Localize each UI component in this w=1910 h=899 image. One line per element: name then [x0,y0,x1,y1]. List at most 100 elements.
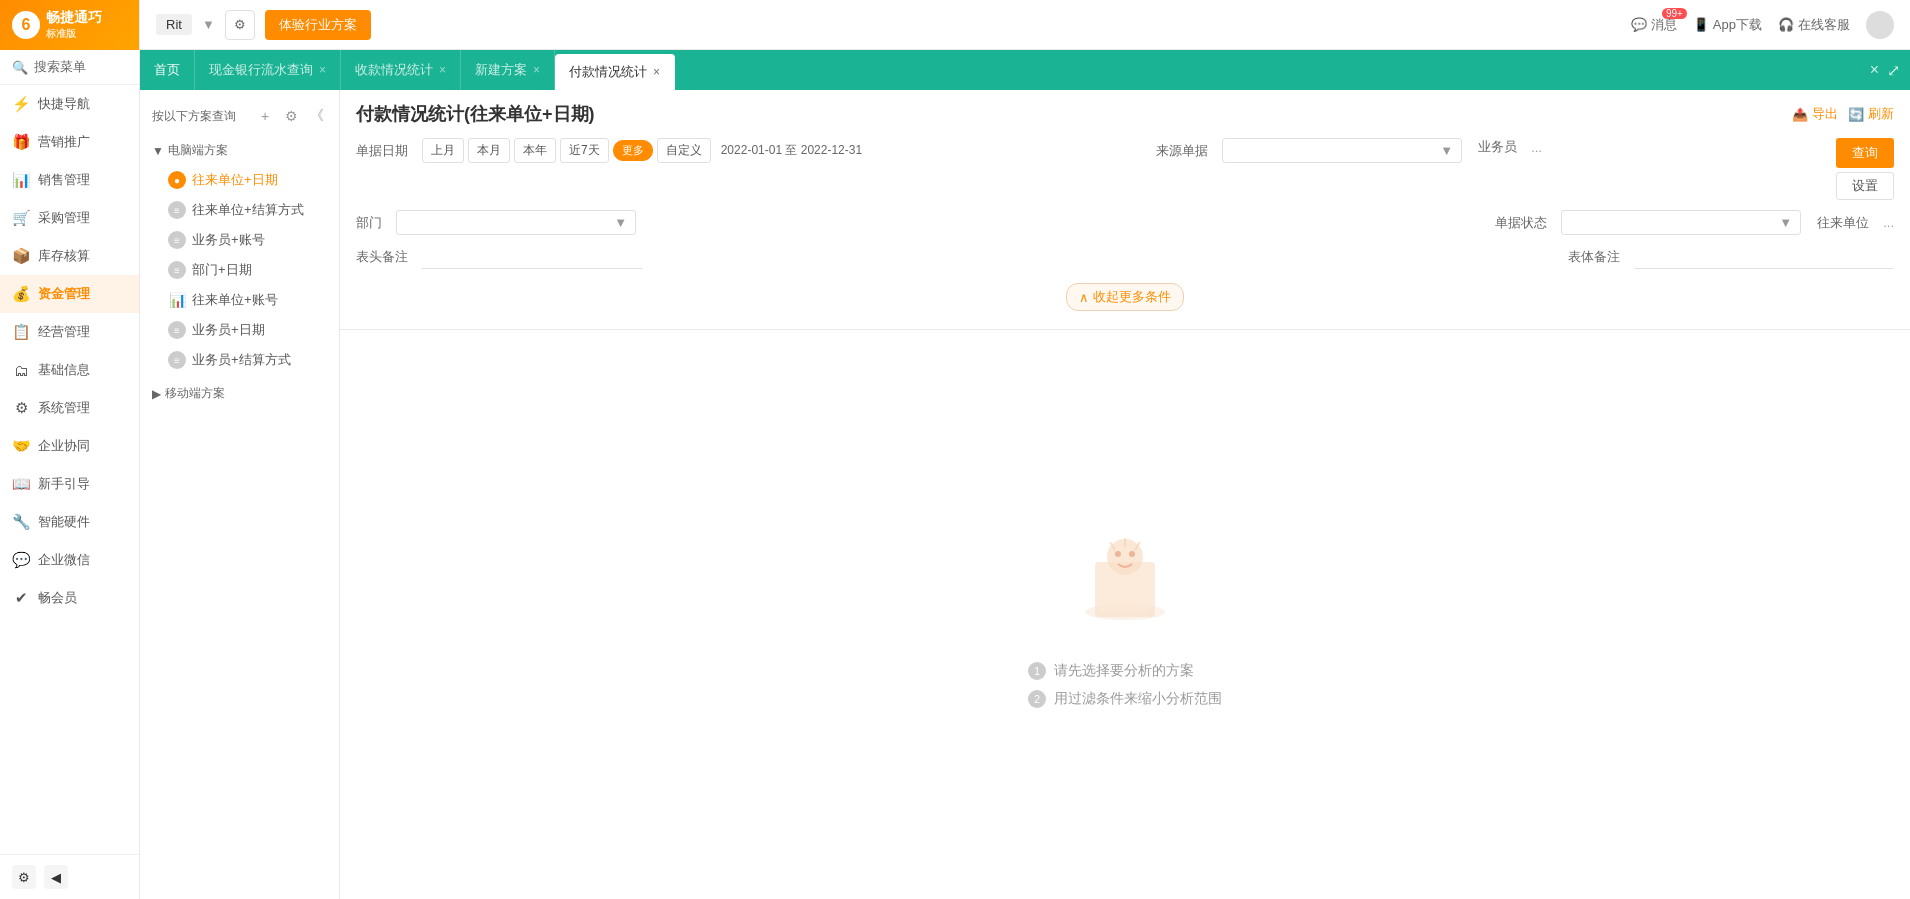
sidebar-item-purchase[interactable]: 🛒 采购管理 [0,199,139,237]
empty-illustration [1065,522,1185,642]
sidebar-item-finance[interactable]: 💰 资金管理 [0,275,139,313]
quick-nav-icon: ⚡ [12,95,30,113]
tab-receive-stats-close[interactable]: × [439,63,446,77]
schema-item-counterpart-settle[interactable]: ≡ 往来单位+结算方式 [140,195,339,225]
source-doc-label: 来源单据 [1156,142,1216,160]
basics-icon: 🗂 [12,361,30,379]
sidebar-item-inventory[interactable]: 📦 库存核算 [0,237,139,275]
schema-icon: ≡ [168,201,186,219]
topbar-settings-button[interactable]: ⚙ [225,10,255,40]
sidebar-item-wechat[interactable]: 💬 企业微信 [0,541,139,579]
table-header-note-input[interactable] [422,245,642,269]
empty-hint-2: 2 用过滤条件来缩小分析范围 [1028,690,1222,708]
sidebar-item-system[interactable]: ⚙ 系统管理 [0,389,139,427]
customer-service-item[interactable]: 🎧 在线客服 [1778,16,1850,34]
sidebar-item-basics[interactable]: 🗂 基础信息 [0,351,139,389]
date-last-7days[interactable]: 近7天 [560,138,609,163]
user-avatar[interactable] [1866,11,1894,39]
doc-status-select[interactable]: ▼ [1561,210,1801,235]
collapse-button[interactable]: ∧ 收起更多条件 [1066,283,1184,311]
page-title-actions: 📤 导出 🔄 刷新 [1792,105,1894,123]
date-last-month[interactable]: 上月 [422,138,464,163]
tab-bank-flow-close[interactable]: × [319,63,326,77]
date-custom[interactable]: 自定义 [657,138,711,163]
sidebar-item-sales[interactable]: 📊 销售管理 [0,161,139,199]
sidebar-item-marketing[interactable]: 🎁 营销推广 [0,123,139,161]
refresh-button[interactable]: 🔄 刷新 [1848,105,1894,123]
operations-icon: 📋 [12,323,30,341]
marketing-icon: 🎁 [12,133,30,151]
page-title: 付款情况统计(往来单位+日期) [356,102,595,126]
search-icon: 🔍 [12,60,28,75]
window-close-icon[interactable]: × [1870,61,1879,79]
window-maximize-icon[interactable]: ⤢ [1887,61,1900,80]
tabbar: 首页 现金银行流水查询 × 收款情况统计 × 新建方案 × 付款情况统计 × ×… [140,50,1910,90]
tabbar-actions: × ⤢ [1860,50,1910,90]
staff-ellipsis[interactable]: ... [1531,140,1542,155]
schema-item-counterpart-date[interactable]: ● 往来单位+日期 [140,165,339,195]
desktop-schema-group-title[interactable]: ▼ 电脑端方案 [140,136,339,165]
schema-item-staff-account[interactable]: ≡ 业务员+账号 [140,225,339,255]
date-this-month[interactable]: 本月 [468,138,510,163]
purchase-icon: 🛒 [12,209,30,227]
app-download-item[interactable]: 📱 App下载 [1693,16,1762,34]
sidebar-item-guide[interactable]: 📖 新手引导 [0,465,139,503]
doc-status-select-arrow: ▼ [1779,215,1792,230]
date-more[interactable]: 更多 [613,140,653,161]
counterpart-ellipsis[interactable]: ... [1883,215,1894,230]
empty-state: 1 请先选择要分析的方案 2 用过滤条件来缩小分析范围 [340,330,1910,899]
add-schema-button[interactable]: + [255,106,275,126]
tab-new-plan-close[interactable]: × [533,63,540,77]
panel-collapse-button[interactable]: 《 [307,106,327,126]
messages-item[interactable]: 💬 消息 99+ [1631,16,1677,34]
filter-settings-button[interactable]: 设置 [1836,172,1894,200]
sidebar-item-operations[interactable]: 📋 经营管理 [0,313,139,351]
schema-item-staff-date[interactable]: ≡ 业务员+日期 [140,315,339,345]
tab-pay-stats[interactable]: 付款情况统计 × [555,54,675,90]
sidebar: 6 畅捷通巧 标准版 🔍 搜索菜单 ⚡ 快捷导航 🎁 营销推广 📊 销售管理 🛒… [0,0,140,899]
collapse-row: ∧ 收起更多条件 [356,277,1894,317]
mobile-schema-group-title[interactable]: ▶ 移动端方案 [140,379,339,408]
schema-icon: ≡ [168,321,186,339]
mobile-schema-group: ▶ 移动端方案 [140,379,339,408]
sidebar-item-member[interactable]: ✔ 畅会员 [0,579,139,617]
schema-item-counterpart-account[interactable]: 📊 往来单位+账号 [140,285,339,315]
schema-item-dept-date[interactable]: ≡ 部门+日期 [140,255,339,285]
logo-text: 畅捷通巧 标准版 [46,9,102,41]
schema-chart-icon: 📊 [168,291,186,309]
tab-new-plan[interactable]: 新建方案 × [461,50,555,90]
source-doc-select[interactable]: ▼ [1222,138,1462,163]
doc-status-label: 单据状态 [1495,214,1555,232]
footer-collapse-icon[interactable]: ◀ [44,865,68,889]
date-this-year[interactable]: 本年 [514,138,556,163]
sidebar-item-cooperation[interactable]: 🤝 企业协同 [0,427,139,465]
sidebar-logo: 6 畅捷通巧 标准版 [0,0,139,50]
tab-receive-stats[interactable]: 收款情况统计 × [341,50,461,90]
topbar: Rit ▼ ⚙ 体验行业方案 💬 消息 99+ 📱 App下载 🎧 在线客服 [140,0,1910,50]
trial-button[interactable]: 体验行业方案 [265,10,371,40]
schema-item-staff-settle[interactable]: ≡ 业务员+结算方式 [140,345,339,375]
sidebar-item-hardware[interactable]: 🔧 智能硬件 [0,503,139,541]
sidebar-footer: ⚙ ◀ [0,854,139,899]
company-dropdown-icon[interactable]: ▼ [202,17,215,32]
footer-settings-icon[interactable]: ⚙ [12,865,36,889]
empty-hints: 1 请先选择要分析的方案 2 用过滤条件来缩小分析范围 [1028,662,1222,708]
refresh-icon: 🔄 [1848,107,1864,122]
tab-bank-flow[interactable]: 现金银行流水查询 × [195,50,341,90]
tab-home[interactable]: 首页 [140,50,195,90]
finance-icon: 💰 [12,285,30,303]
topbar-right: 💬 消息 99+ 📱 App下载 🎧 在线客服 [1631,11,1894,39]
dept-select[interactable]: ▼ [396,210,636,235]
service-icon: 🎧 [1778,17,1794,32]
counterpart-label: 往来单位 [1817,214,1877,232]
tab-pay-stats-close[interactable]: × [653,65,660,79]
export-button[interactable]: 📤 导出 [1792,105,1838,123]
empty-hint-1: 1 请先选择要分析的方案 [1028,662,1222,680]
search-menu[interactable]: 🔍 搜索菜单 [0,50,139,85]
query-button[interactable]: 查询 [1836,138,1894,168]
sidebar-item-quick-nav[interactable]: ⚡ 快捷导航 [0,85,139,123]
wechat-icon: 💬 [12,551,30,569]
settings-icon: ⚙ [234,17,246,32]
schema-settings-button[interactable]: ⚙ [281,106,301,126]
table-body-note-input[interactable] [1634,245,1894,269]
